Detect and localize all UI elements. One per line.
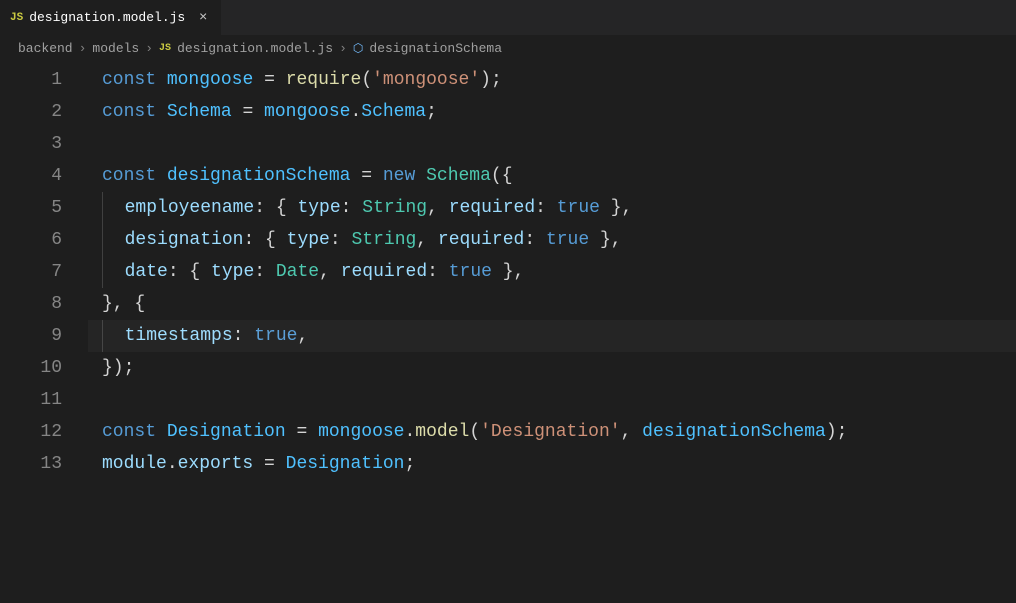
code-line[interactable] bbox=[88, 384, 1016, 416]
line-number-gutter: 12345678910111213 bbox=[0, 61, 88, 480]
line-number: 6 bbox=[0, 224, 62, 256]
code-line[interactable]: designation: { type: String, required: t… bbox=[88, 224, 1016, 256]
chevron-right-icon: › bbox=[339, 41, 347, 56]
chevron-right-icon: › bbox=[145, 41, 153, 56]
line-number: 7 bbox=[0, 256, 62, 288]
breadcrumb-part[interactable]: designationSchema bbox=[369, 41, 502, 56]
line-number: 10 bbox=[0, 352, 62, 384]
tab-bar: JS designation.model.js × bbox=[0, 0, 1016, 35]
breadcrumb[interactable]: backend › models › JS designation.model.… bbox=[0, 35, 1016, 61]
line-number: 5 bbox=[0, 192, 62, 224]
line-number: 9 bbox=[0, 320, 62, 352]
code-line[interactable]: const Schema = mongoose.Schema; bbox=[88, 96, 1016, 128]
line-number: 3 bbox=[0, 128, 62, 160]
line-number: 11 bbox=[0, 384, 62, 416]
code-line[interactable] bbox=[88, 128, 1016, 160]
line-number: 2 bbox=[0, 96, 62, 128]
line-number: 4 bbox=[0, 160, 62, 192]
breadcrumb-part[interactable]: backend bbox=[18, 41, 73, 56]
code-line[interactable]: const Designation = mongoose.model('Desi… bbox=[88, 416, 1016, 448]
code-line[interactable]: module.exports = Designation; bbox=[88, 448, 1016, 480]
close-icon[interactable]: × bbox=[195, 10, 211, 26]
line-number: 13 bbox=[0, 448, 62, 480]
line-number: 1 bbox=[0, 64, 62, 96]
code-line[interactable]: timestamps: true, bbox=[88, 320, 1016, 352]
code-line[interactable]: employeename: { type: String, required: … bbox=[88, 192, 1016, 224]
line-number: 12 bbox=[0, 416, 62, 448]
code-editor[interactable]: 12345678910111213 const mongoose = requi… bbox=[0, 61, 1016, 480]
js-file-icon: JS bbox=[159, 43, 171, 54]
code-line[interactable]: date: { type: Date, required: true }, bbox=[88, 256, 1016, 288]
chevron-right-icon: › bbox=[79, 41, 87, 56]
code-line[interactable]: const mongoose = require('mongoose'); bbox=[88, 64, 1016, 96]
js-file-icon: JS bbox=[10, 12, 23, 24]
code-line[interactable]: }, { bbox=[88, 288, 1016, 320]
breadcrumb-part[interactable]: designation.model.js bbox=[177, 41, 333, 56]
tab-label: designation.model.js bbox=[29, 10, 185, 25]
breadcrumb-part[interactable]: models bbox=[92, 41, 139, 56]
code-content[interactable]: const mongoose = require('mongoose');con… bbox=[88, 61, 1016, 480]
symbol-icon: ⬡ bbox=[353, 41, 363, 56]
line-number: 8 bbox=[0, 288, 62, 320]
code-line[interactable]: const designationSchema = new Schema({ bbox=[88, 160, 1016, 192]
tab-active[interactable]: JS designation.model.js × bbox=[0, 0, 222, 35]
code-line[interactable]: }); bbox=[88, 352, 1016, 384]
